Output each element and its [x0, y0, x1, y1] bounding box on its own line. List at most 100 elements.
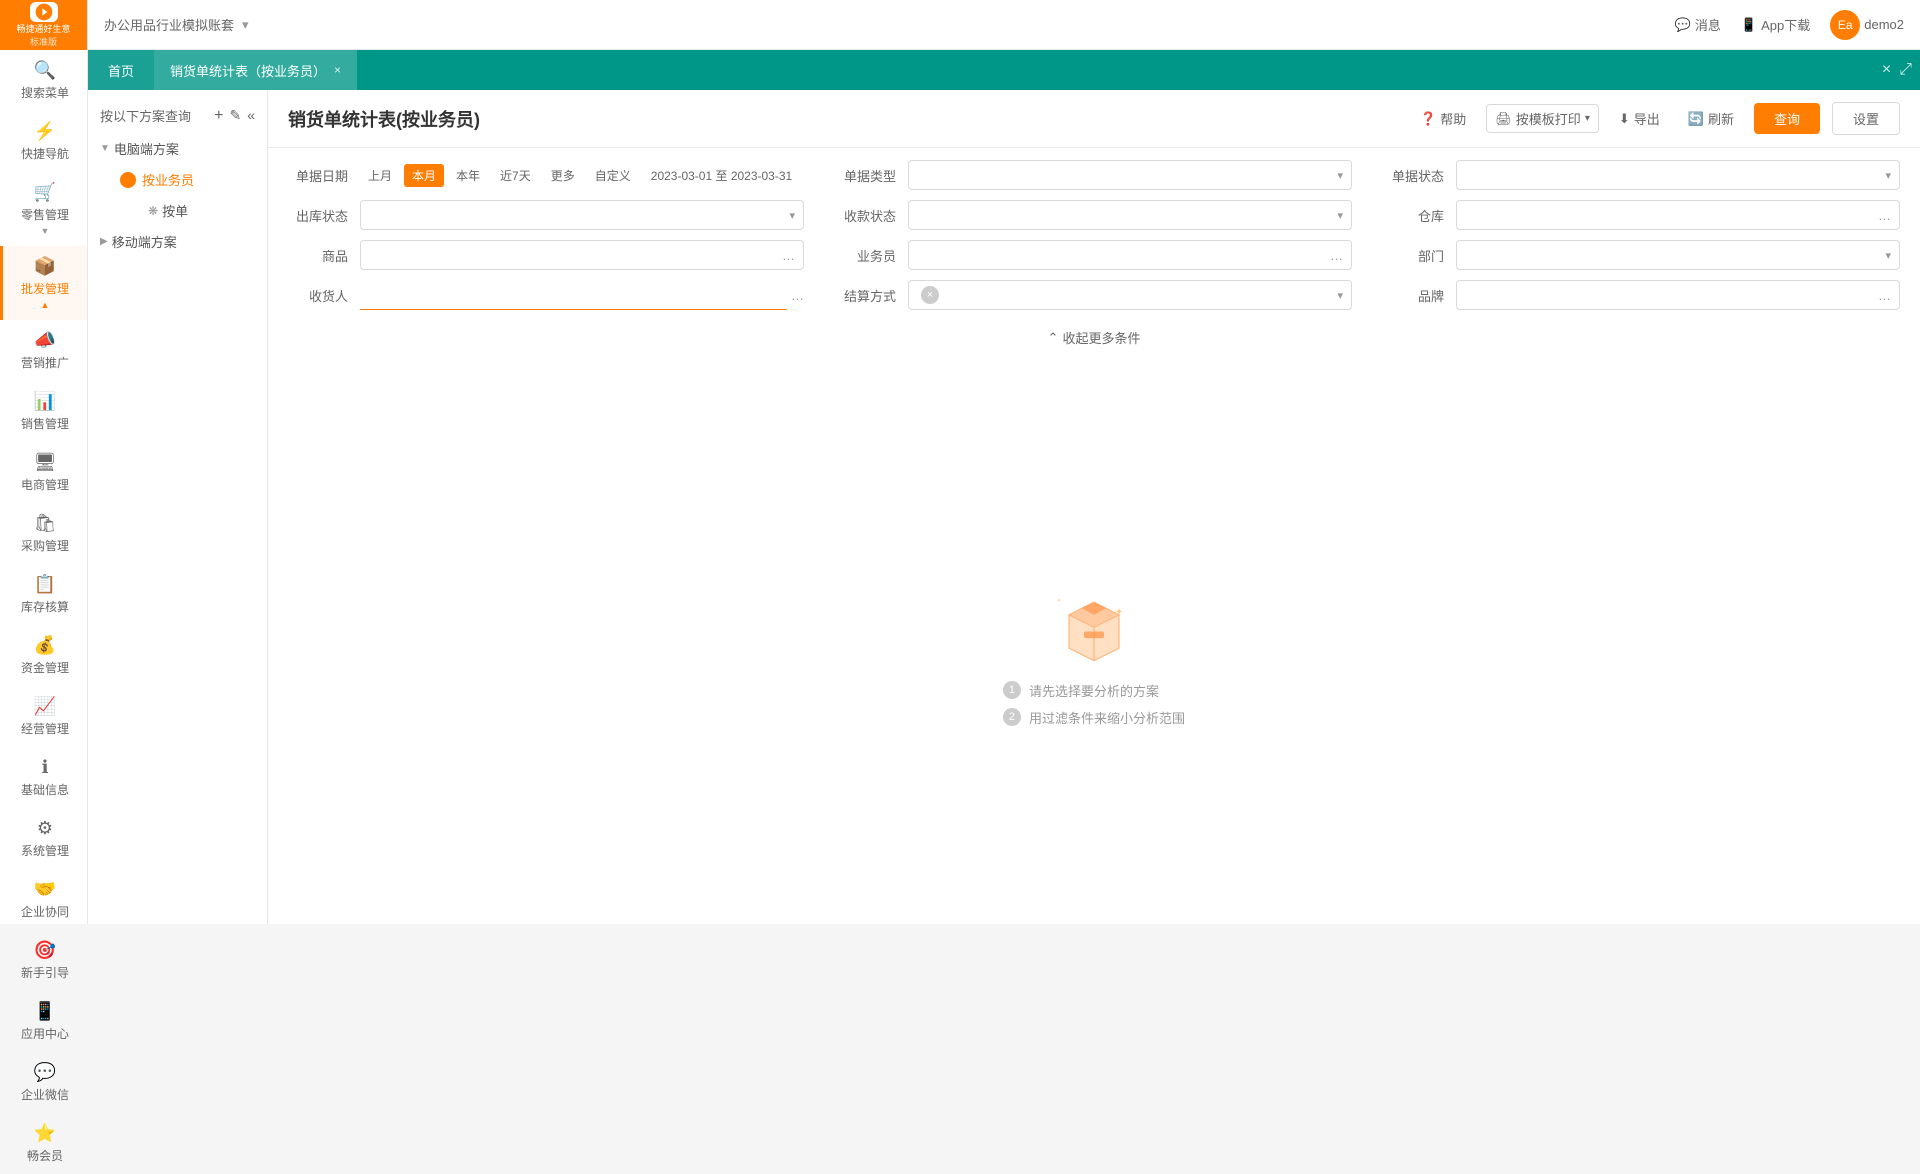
wechat-icon: 💬 [34, 1062, 56, 1083]
date-btn-7days[interactable]: 近7天 [492, 164, 539, 187]
tree-item-salesperson[interactable]: 按业务员 [112, 164, 267, 195]
date-btn-custom[interactable]: 自定义 [587, 164, 639, 187]
dept-control[interactable]: ▾ [1456, 240, 1900, 270]
sidebar-item-apps[interactable]: 📱 应用中心 [0, 991, 87, 1052]
sidebar-item-member[interactable]: ⭐ 畅会员 [0, 1113, 87, 1174]
sub-icon: ❋ [148, 204, 158, 218]
help-btn[interactable]: ❓ 帮助 [1412, 105, 1474, 132]
sidebar-item-basic[interactable]: ℹ 基础信息 [0, 747, 87, 808]
consignee-dots[interactable]: … [791, 288, 804, 303]
tab-close-btn[interactable]: × [334, 63, 341, 77]
sidebar-item-system[interactable]: ⚙ 系统管理 [0, 808, 87, 869]
brand-dots[interactable]: … [1878, 288, 1891, 303]
edit-scheme-btn[interactable]: ✎ [229, 107, 241, 125]
message-btn[interactable]: 💬 消息 [1675, 15, 1721, 34]
ecommerce-icon: 🖥 [34, 452, 57, 473]
sidebar-label-operations: 经营管理 [21, 720, 69, 737]
tree-group-mobile[interactable]: ▶ 移动端方案 [88, 226, 267, 257]
tip-text-1: 请先选择要分析的方案 [1029, 681, 1159, 700]
date-btn-last-month[interactable]: 上月 [360, 164, 400, 187]
sidebar-item-sales[interactable]: 📊 销售管理 [0, 381, 87, 442]
goods-control[interactable]: … [360, 240, 804, 270]
doc-status-arrow: ▾ [1885, 169, 1891, 182]
page-title: 销货单统计表(按业务员) [288, 106, 480, 132]
goods-dots[interactable]: … [782, 248, 795, 263]
app-download-btn[interactable]: 📱 App下载 [1741, 15, 1810, 34]
sidebar-item-search[interactable]: 🔍 搜索菜单 [0, 50, 87, 111]
tab-collapse-btn[interactable]: × [1882, 61, 1891, 79]
out-status-select[interactable]: ▾ [360, 200, 804, 230]
user-menu[interactable]: Ea demo2 [1830, 10, 1904, 40]
brand-select[interactable]: … [1456, 280, 1900, 310]
filter-row-2: 出库状态 ▾ 收款状态 ▾ [288, 200, 1900, 230]
breadcrumb-arrow: ▾ [242, 17, 249, 33]
tab-active[interactable]: 销货单统计表（按业务员） × [154, 50, 357, 90]
page-actions: ❓ 帮助 🖨 按模板打印 ▾ ⬇ 导出 [1412, 102, 1900, 135]
tree-group-desktop[interactable]: ▼ 电脑端方案 [88, 133, 267, 164]
doc-status-select[interactable]: ▾ [1456, 160, 1900, 190]
empty-illustration: ✦ ✦ [1044, 569, 1144, 669]
sidebar-item-enterprise[interactable]: 🤝 企业协同 [0, 869, 87, 930]
date-btn-this-year[interactable]: 本年 [448, 164, 488, 187]
dept-select[interactable]: ▾ [1456, 240, 1900, 270]
doc-status-control[interactable]: ▾ [1456, 160, 1900, 190]
add-scheme-btn[interactable]: + [214, 107, 223, 125]
sidebar-item-shortcut[interactable]: ⚡ 快捷导航 [0, 111, 87, 172]
tree-desktop-children: 按业务员 ❋ 按单 [88, 164, 267, 226]
sidebar-item-wechat[interactable]: 💬 企业微信 [0, 1052, 87, 1113]
settlement-control[interactable]: × ▾ [908, 280, 1352, 310]
warehouse-dots[interactable]: … [1878, 208, 1891, 223]
tab-home[interactable]: 首页 [88, 50, 154, 90]
content-area: 按以下方案查询 + ✎ « ▼ 电脑端方案 按业务员 ❋ 按单 [88, 90, 1920, 924]
sidebar-item-operations[interactable]: 📈 经营管理 [0, 686, 87, 747]
salesperson-control[interactable]: … [908, 240, 1352, 270]
tree-item-by-order[interactable]: ❋ 按单 [112, 195, 267, 226]
tab-expand-btn[interactable]: ⤢ [1899, 61, 1912, 79]
sidebar-item-inventory[interactable]: 📋 库存核算 [0, 564, 87, 625]
brand-control[interactable]: … [1456, 280, 1900, 310]
receipt-status-control[interactable]: ▾ [908, 200, 1352, 230]
consignee-control[interactable]: … [360, 280, 804, 310]
active-dot [120, 172, 136, 188]
salesperson-dots[interactable]: … [1330, 248, 1343, 263]
basic-icon: ℹ [42, 757, 49, 778]
setting-button[interactable]: 设置 [1832, 102, 1900, 135]
sidebar-item-purchase[interactable]: 🛍 采购管理 [0, 503, 87, 564]
receipt-status-select[interactable]: ▾ [908, 200, 1352, 230]
system-icon: ⚙ [37, 818, 53, 839]
print-btn[interactable]: 🖨 按模板打印 ▾ [1486, 104, 1599, 133]
sidebar-item-retail[interactable]: 🛒 零售管理 ▼ [0, 172, 87, 246]
sidebar-label-basic: 基础信息 [21, 781, 69, 798]
export-btn[interactable]: ⬇ 导出 [1611, 105, 1668, 132]
out-status-control[interactable]: ▾ [360, 200, 804, 230]
consignee-input[interactable] [360, 280, 787, 310]
warehouse-select[interactable]: … [1456, 200, 1900, 230]
query-button[interactable]: 查询 [1754, 103, 1820, 134]
sidebar-item-newbie[interactable]: 🎯 新手引导 [0, 930, 87, 991]
filter-row-4: 收货人 … 结算方式 × ▾ 品牌 [288, 280, 1900, 310]
avatar-text: Ea [1838, 18, 1853, 32]
date-filter-control: 上月 本月 本年 近7天 更多 自定义 2023-03-01 至 2023-03… [360, 164, 804, 187]
sidebar-logo: 畅捷通好生意 标准版 [0, 0, 87, 50]
goods-select[interactable]: … [360, 240, 804, 270]
enterprise-icon: 🤝 [34, 879, 56, 900]
doc-type-select[interactable]: ▾ [908, 160, 1352, 190]
refresh-btn[interactable]: 🔄 刷新 [1680, 105, 1742, 132]
sidebar-item-wholesale[interactable]: 📦 批发管理 ▲ [0, 246, 87, 320]
date-btn-more[interactable]: 更多 [543, 164, 583, 187]
sidebar-label-inventory: 库存核算 [21, 598, 69, 615]
doc-type-control[interactable]: ▾ [908, 160, 1352, 190]
print-label: 按模板打印 [1516, 109, 1581, 128]
salesperson-select[interactable]: … [908, 240, 1352, 270]
collapse-conditions-btn[interactable]: ⌃ 收起更多条件 [1036, 324, 1153, 351]
sidebar-item-ecommerce[interactable]: 🖥 电商管理 [0, 442, 87, 503]
sidebar-item-finance[interactable]: 💰 资金管理 [0, 625, 87, 686]
settlement-select[interactable]: × ▾ [908, 280, 1352, 310]
collapse-panel-btn[interactable]: « [247, 107, 255, 125]
warehouse-control[interactable]: … [1456, 200, 1900, 230]
settlement-clear-btn[interactable]: × [921, 286, 939, 304]
date-btn-this-month[interactable]: 本月 [404, 164, 444, 187]
dept-arrow: ▾ [1885, 249, 1891, 262]
sidebar-item-marketing[interactable]: 📣 营销推广 [0, 320, 87, 381]
sidebar-label-purchase: 采购管理 [21, 537, 69, 554]
